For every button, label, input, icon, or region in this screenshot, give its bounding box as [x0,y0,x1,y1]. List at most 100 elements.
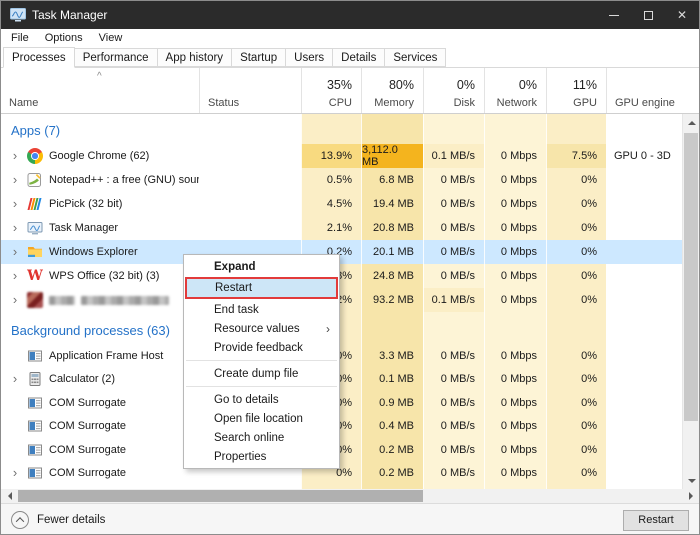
column-header-gpu-engine[interactable]: GPU engine [606,68,682,113]
scroll-left-icon[interactable] [1,489,18,503]
maximize-button[interactable] [631,1,665,29]
table-row[interactable]: COM Surrogate0%0.2 MB0 MB/s0 Mbps0% [1,438,684,462]
group-header-row[interactable]: Apps (7) [1,114,684,144]
gpu-engine-cell [606,415,684,439]
gpu-engine-cell [606,216,684,240]
menu-item-resource-values[interactable]: Resource values› [184,319,339,338]
context-menu: ExpandRestartEnd taskResource values›Pro… [183,254,340,469]
close-button[interactable]: ✕ [665,1,699,29]
expand-chevron-icon[interactable]: › [7,149,23,164]
table-row[interactable]: ›Task Manager2.1%20.8 MB0 MB/s0 Mbps0% [1,216,684,240]
fewer-details-toggle[interactable]: Fewer details [11,511,105,529]
expand-chevron-icon[interactable]: › [7,269,23,284]
process-name: COM Surrogate [1,391,199,415]
tab-app-history[interactable]: App history [158,48,233,67]
table-row[interactable]: ›COM Surrogate0%0.2 MB0 MB/s0 Mbps0% [1,462,684,486]
tab-services[interactable]: Services [385,48,446,67]
table-row[interactable]: ›Windows Explorer0.2%20.1 MB0 MB/s0 Mbps… [1,240,684,264]
scroll-down-icon[interactable] [683,472,700,489]
group-header-row[interactable]: Background processes (63) [1,312,684,344]
menu-item-create-dump-file[interactable]: Create dump file [184,364,339,383]
cell-memory: 0.4 MB [361,415,423,439]
menu-item-go-to-details[interactable]: Go to details [184,390,339,409]
blurred-icon [27,292,43,308]
menu-item-end-task[interactable]: End task [184,300,339,319]
table-row[interactable]: ›Calculator (2)0%0.1 MB0 MB/s0 Mbps0% [1,368,684,392]
cell-network: 0 Mbps [484,288,546,312]
cell-memory [361,114,423,144]
menu-view[interactable]: View [91,29,131,47]
tab-details[interactable]: Details [333,48,385,67]
window-icon [27,348,43,364]
process-name-label: Application Frame Host [49,350,163,362]
expand-chevron-icon[interactable]: › [7,293,23,308]
horizontal-scrollbar-thumb[interactable] [18,490,423,502]
vertical-scrollbar[interactable] [682,114,699,489]
process-name-label: Windows Explorer [49,246,138,258]
gpu-engine-cell: GPU 0 - 3D [606,144,684,168]
column-header-network[interactable]: 0%Network [484,68,546,113]
process-name: Application Frame Host [1,344,199,368]
minimize-button[interactable] [597,1,631,29]
expand-chevron-icon[interactable]: › [7,173,23,188]
cell-network: 0 Mbps [484,438,546,462]
cell-disk: 0 MB/s [423,168,484,192]
scroll-right-icon[interactable] [682,489,699,503]
cell-network: 0 Mbps [484,415,546,439]
tab-users[interactable]: Users [286,48,333,67]
menu-file[interactable]: File [3,29,37,47]
gpu-engine-cell [606,240,684,264]
menu-item-restart[interactable]: Restart [185,277,338,299]
column-header-name[interactable]: ^ Name [1,68,199,113]
gpu-engine-cell [606,344,684,368]
expand-chevron-icon[interactable]: › [7,372,23,387]
expand-chevron-icon[interactable]: › [7,245,23,260]
process-name-label: PicPick (32 bit) [49,198,122,210]
menu-item-provide-feedback[interactable]: Provide feedback [184,338,339,357]
table-row[interactable]: Application Frame Host0%3.3 MB0 MB/s0 Mb… [1,344,684,368]
gpu-engine-cell [606,391,684,415]
cell-gpu: 0% [546,288,606,312]
column-header-row: ^ Name Status 35%CPU 80%Memory 0%Disk 0%… [1,68,699,114]
column-header-disk[interactable]: 0%Disk [423,68,484,113]
cell-gpu: 0% [546,415,606,439]
expand-chevron-icon[interactable]: › [7,466,23,481]
horizontal-scrollbar[interactable] [1,489,699,503]
table-row[interactable]: COM Surrogate0%0.4 MB0 MB/s0 Mbps0% [1,415,684,439]
group-label: Background processes (63) [1,312,199,344]
column-header-gpu[interactable]: 11%GPU [546,68,606,113]
table-row[interactable]: ›Google Chrome (62)13.9%3,112.0 MB0.1 MB… [1,144,684,168]
expand-chevron-icon[interactable]: › [7,197,23,212]
table-row[interactable]: ›PicPick (32 bit)4.5%19.4 MB0 MB/s0 Mbps… [1,192,684,216]
cell-memory: 6.8 MB [361,168,423,192]
process-name: › [1,288,199,312]
taskmanager-icon [27,220,43,236]
tab-startup[interactable]: Startup [232,48,286,67]
column-header-memory[interactable]: 80%Memory [361,68,423,113]
minimize-icon [609,15,619,16]
table-row[interactable]: ›Notepad++ : a free (GNU) sourc...0.5%6.… [1,168,684,192]
cell-gpu: 0% [546,192,606,216]
table-row[interactable]: ›2.2%93.2 MB0.1 MB/s0 Mbps0% [1,288,684,312]
table-row[interactable]: ›WWPS Office (32 bit) (3)0.8%24.8 MB0 MB… [1,264,684,288]
menu-item-properties[interactable]: Properties [184,447,339,466]
menu-item-expand[interactable]: Expand [184,257,339,276]
column-header-status[interactable]: Status [199,68,301,113]
titlebar: Task Manager ✕ [1,1,699,29]
column-header-cpu[interactable]: 35%CPU [301,68,361,113]
tab-performance[interactable]: Performance [75,48,158,67]
menu-options[interactable]: Options [37,29,91,47]
tab-processes[interactable]: Processes [3,47,75,68]
table-row[interactable]: COM Surrogate0%0.9 MB0 MB/s0 Mbps0% [1,391,684,415]
cell-gpu: 0% [546,462,606,486]
menu-item-open-file-location[interactable]: Open file location [184,409,339,428]
restart-button[interactable]: Restart [623,510,689,531]
vertical-scrollbar-thumb[interactable] [684,133,698,421]
expand-chevron-icon[interactable]: › [7,221,23,236]
cell-network: 0 Mbps [484,168,546,192]
cell-disk: 0 MB/s [423,368,484,392]
menu-item-search-online[interactable]: Search online [184,428,339,447]
status-cell [199,144,301,168]
scroll-up-icon[interactable] [683,114,700,131]
window-icon [27,395,43,411]
